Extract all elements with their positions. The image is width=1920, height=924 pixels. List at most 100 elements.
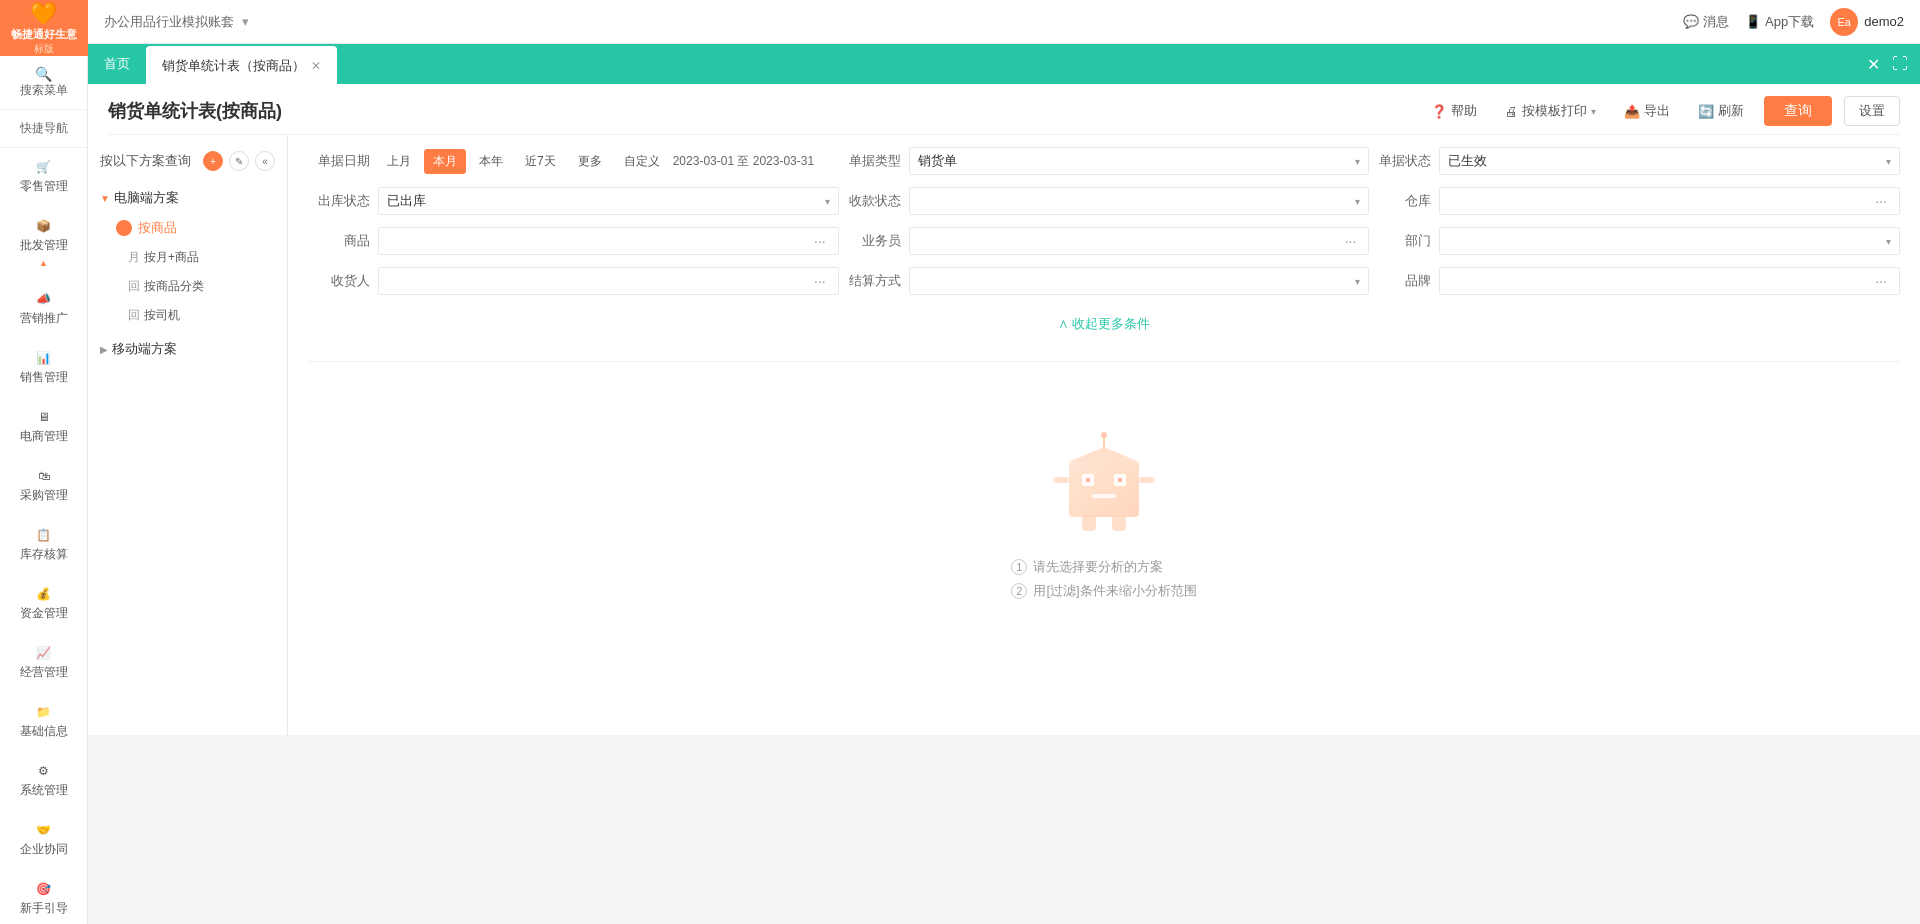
date-btn-7days[interactable]: 近7天 — [516, 149, 565, 174]
template-print-btn[interactable]: 🖨 按模板打印 ▾ — [1497, 98, 1604, 124]
solution-group-mobile-header[interactable]: ▶ 移动端方案 — [88, 334, 287, 364]
doc-type-select[interactable]: 销货单 ▾ — [909, 147, 1370, 175]
ecommerce-icon: 🖥 — [38, 410, 50, 424]
sidebar-item-wholesale[interactable]: 📦 批发管理 ▲ — [0, 207, 87, 280]
salesman-dots-icon[interactable]: ··· — [1341, 233, 1361, 249]
sidebar-item-inventory[interactable]: 📋 库存核算 — [0, 516, 87, 575]
sidebar-item-enterprise[interactable]: 🤝 企业协同 — [0, 811, 87, 870]
refresh-label: 刷新 — [1718, 102, 1744, 120]
date-btn-custom[interactable]: 自定义 — [615, 149, 669, 174]
sidebar-item-purchase[interactable]: 🛍 采购管理 — [0, 457, 87, 516]
out-status-select[interactable]: 已出库 ▾ — [378, 187, 839, 215]
svg-marker-1 — [1069, 447, 1139, 462]
template-print-label: 按模板打印 — [1522, 102, 1587, 120]
tab-bar-actions: ✕ ⛶ — [1863, 53, 1920, 76]
collapse-more-btn[interactable]: ∧ 收起更多条件 — [1058, 315, 1151, 333]
sidebar-quick-nav[interactable]: 快捷导航 — [0, 110, 87, 148]
wholesale-icon: 📦 — [36, 219, 51, 233]
product-input[interactable]: ··· — [378, 227, 839, 255]
filter-row-4: 收货人 ··· 结算方式 ▾ — [308, 267, 1900, 295]
date-range-value[interactable]: 2023-03-01 至 2023-03-31 — [673, 153, 814, 170]
sidebar-item-operations[interactable]: 📈 经营管理 — [0, 634, 87, 693]
app-download-btn[interactable]: 📱 App下载 — [1745, 13, 1814, 31]
top-header: 办公用品行业模拟账套 ▾ 💬 消息 📱 App下载 Ea demo2 — [88, 0, 1920, 44]
sidebar-item-inventory-label: 库存核算 — [20, 546, 68, 563]
salesman-input[interactable]: ··· — [909, 227, 1370, 255]
product-label: 商品 — [308, 232, 378, 250]
brand-input[interactable]: ··· — [1439, 267, 1900, 295]
message-label: 消息 — [1703, 13, 1729, 31]
doc-status-value: 已生效 — [1448, 152, 1487, 170]
tab-expand-btn[interactable]: ⛶ — [1888, 53, 1912, 75]
tab-bar: 首页 销货单统计表（按商品） ✕ ✕ ⛶ — [88, 44, 1920, 84]
payment-method-select[interactable]: ▾ — [909, 267, 1370, 295]
collapse-sidebar-btn[interactable]: « — [255, 151, 275, 171]
help-label: 帮助 — [1451, 102, 1477, 120]
sidebar-menu: 🛒 零售管理 📦 批发管理 ▲ 📣 营销推广 📊 销售管理 🖥 电商管理 🛍 采… — [0, 148, 87, 924]
workspace-dropdown-icon[interactable]: ▾ — [242, 14, 249, 29]
sidebar-item-ecommerce[interactable]: 🖥 电商管理 — [0, 398, 87, 457]
sidebar-item-system[interactable]: ⚙ 系统管理 — [0, 752, 87, 811]
warehouse-dots-icon[interactable]: ··· — [1871, 193, 1891, 209]
department-label: 部门 — [1369, 232, 1439, 250]
solution-item-by-product[interactable]: 按商品 — [88, 213, 287, 243]
pay-status-label: 收款状态 — [839, 192, 909, 210]
sidebar-item-marketing[interactable]: 📣 营销推广 — [0, 280, 87, 339]
avatar: Ea — [1830, 8, 1858, 36]
template-dropdown-icon[interactable]: ▾ — [1591, 106, 1596, 117]
filter-field-doc-type: 单据类型 销货单 ▾ — [839, 147, 1370, 175]
empty-tip-1-text: 请先选择要分析的方案 — [1033, 558, 1163, 576]
sidebar-item-newbie[interactable]: 🎯 新手引导 — [0, 870, 87, 924]
add-solution-btn[interactable]: + — [203, 151, 223, 171]
tab-close-icon[interactable]: ✕ — [311, 59, 321, 73]
message-btn[interactable]: 💬 消息 — [1683, 13, 1729, 31]
sidebar-item-wholesale-label: 批发管理 — [20, 237, 68, 254]
solution-item-by-category-label: 按商品分类 — [144, 278, 204, 295]
solution-item-by-category[interactable]: 回 按商品分类 — [88, 272, 287, 301]
solution-item-by-scanner[interactable]: 回 按司机 — [88, 301, 287, 330]
pay-status-select[interactable]: ▾ — [909, 187, 1370, 215]
sidebar-item-finance[interactable]: 💰 资金管理 — [0, 575, 87, 634]
filter-field-doc-status: 单据状态 已生效 ▾ — [1369, 147, 1900, 175]
query-btn[interactable]: 查询 — [1764, 96, 1832, 126]
tab-home[interactable]: 首页 — [88, 44, 146, 84]
doc-status-select[interactable]: 已生效 ▾ — [1439, 147, 1900, 175]
edit-solution-btn[interactable]: ✎ — [229, 151, 249, 171]
department-select[interactable]: ▾ — [1439, 227, 1900, 255]
sidebar-item-sales[interactable]: 📊 销售管理 — [0, 339, 87, 398]
sidebar-item-system-label: 系统管理 — [20, 782, 68, 799]
empty-tip-1: 1 请先选择要分析的方案 — [1011, 558, 1196, 576]
date-btn-current-month[interactable]: 本月 — [424, 149, 466, 174]
receiver-input[interactable]: ··· — [378, 267, 839, 295]
sidebar-search[interactable]: 🔍 帮助 搜索菜单 — [0, 56, 87, 110]
sidebar-item-basic[interactable]: 📁 基础信息 — [0, 693, 87, 752]
finance-icon: 💰 — [36, 587, 51, 601]
page-title: 销货单统计表(按商品) — [108, 99, 282, 123]
filter-form: 单据日期 上月 本月 本年 近7天 更多 自定义 2023-03-01 至 20… — [288, 135, 1920, 361]
refresh-btn[interactable]: 🔄 刷新 — [1690, 98, 1752, 124]
product-dots-icon[interactable]: ··· — [810, 233, 830, 249]
brand-label: 品牌 — [1369, 272, 1439, 290]
tab-close-btn[interactable]: ✕ — [1863, 53, 1884, 76]
help-btn[interactable]: ❓ 帮助 — [1423, 98, 1485, 124]
export-btn[interactable]: 📤 导出 — [1616, 98, 1678, 124]
receiver-dots-icon[interactable]: ··· — [810, 273, 830, 289]
settings-btn[interactable]: 设置 — [1844, 96, 1900, 126]
filter-row-2: 出库状态 已出库 ▾ 收款状态 ▾ — [308, 187, 1900, 215]
tab-sales-stats[interactable]: 销货单统计表（按商品） ✕ — [146, 46, 337, 86]
active-dot-icon — [116, 220, 132, 236]
filter-left-tools: + ✎ « — [203, 151, 275, 171]
date-btn-more[interactable]: 更多 — [569, 149, 611, 174]
date-btn-last-month[interactable]: 上月 — [378, 149, 420, 174]
sidebar-item-retail[interactable]: 🛒 零售管理 — [0, 148, 87, 207]
solution-item-by-month-product[interactable]: 月 按月+商品 — [88, 243, 287, 272]
sidebar-item-operations-label: 经营管理 — [20, 664, 68, 681]
warehouse-input[interactable]: ··· — [1439, 187, 1900, 215]
solution-group-pc-header[interactable]: ▼ 电脑端方案 — [88, 183, 287, 213]
brand-dots-icon[interactable]: ··· — [1871, 273, 1891, 289]
user-area[interactable]: Ea demo2 — [1830, 8, 1904, 36]
doc-status-dropdown-icon: ▾ — [1886, 156, 1891, 167]
date-btn-current-year[interactable]: 本年 — [470, 149, 512, 174]
filter-right: 单据日期 上月 本月 本年 近7天 更多 自定义 2023-03-01 至 20… — [288, 135, 1920, 735]
retail-icon: 🛒 — [36, 160, 51, 174]
